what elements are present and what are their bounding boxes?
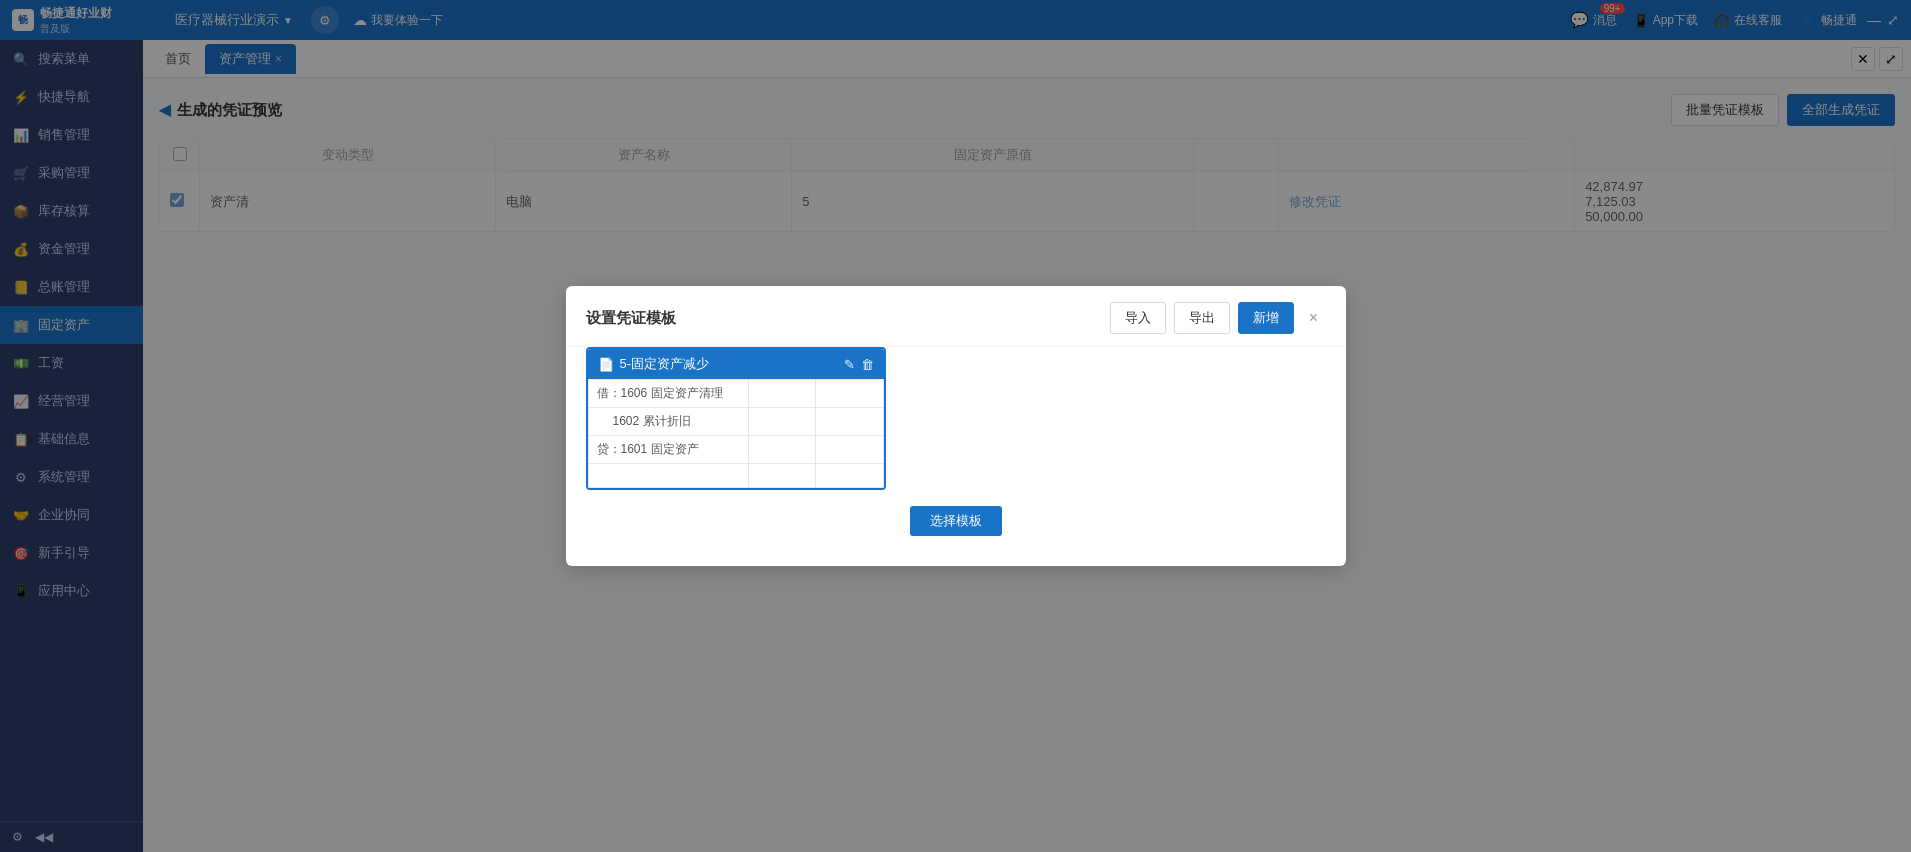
template-entry-row: 借：1606 固定资产清理 (588, 380, 883, 408)
select-template-button[interactable]: 选择模板 (910, 506, 1002, 536)
template-card-header-left: 📄 5-固定资产减少 (598, 355, 710, 373)
template-card-actions: ✎ 🗑 (844, 357, 874, 372)
template-card-body: 借：1606 固定资产清理 1602 累计折旧 贷：1601 固定资产 (588, 379, 884, 488)
template-entries-table: 借：1606 固定资产清理 1602 累计折旧 贷：1601 固定资产 (588, 379, 884, 488)
entry-credit-1 (816, 380, 883, 408)
modal-close-button[interactable]: × (1302, 306, 1326, 330)
entry-credit-2 (816, 408, 883, 436)
modal-title: 设置凭证模板 (586, 309, 676, 328)
export-button[interactable]: 导出 (1174, 302, 1230, 334)
template-card-header: 📄 5-固定资产减少 ✎ 🗑 (588, 349, 884, 379)
new-template-button[interactable]: 新增 (1238, 302, 1294, 334)
entry-debit-4 (748, 464, 815, 488)
entry-debit-1 (748, 380, 815, 408)
template-doc-icon: 📄 (598, 357, 614, 372)
entry-credit-4 (816, 464, 883, 488)
modal-body: 📄 5-固定资产减少 ✎ 🗑 借：1606 固定资产清理 (566, 347, 1346, 566)
template-edit-button[interactable]: ✎ (844, 357, 855, 372)
entry-type-2: 1602 累计折旧 (588, 408, 748, 436)
template-entry-row: 1602 累计折旧 (588, 408, 883, 436)
entry-type-3: 贷：1601 固定资产 (588, 436, 748, 464)
entry-debit-3 (748, 436, 815, 464)
set-template-modal: 设置凭证模板 导入 导出 新增 × 📄 5-固定资产减少 ✎ 🗑 (566, 286, 1346, 566)
template-card-title: 5-固定资产减少 (620, 355, 710, 373)
modal-overlay: 设置凭证模板 导入 导出 新增 × 📄 5-固定资产减少 ✎ 🗑 (0, 0, 1911, 852)
entry-debit-2 (748, 408, 815, 436)
template-entry-row: 贷：1601 固定资产 (588, 436, 883, 464)
template-card: 📄 5-固定资产减少 ✎ 🗑 借：1606 固定资产清理 (586, 347, 886, 490)
entry-credit-3 (816, 436, 883, 464)
entry-empty (588, 464, 748, 488)
modal-header: 设置凭证模板 导入 导出 新增 × (566, 286, 1346, 347)
template-delete-button[interactable]: 🗑 (861, 357, 874, 372)
template-entry-row (588, 464, 883, 488)
import-button[interactable]: 导入 (1110, 302, 1166, 334)
entry-type-1: 借：1606 固定资产清理 (588, 380, 748, 408)
